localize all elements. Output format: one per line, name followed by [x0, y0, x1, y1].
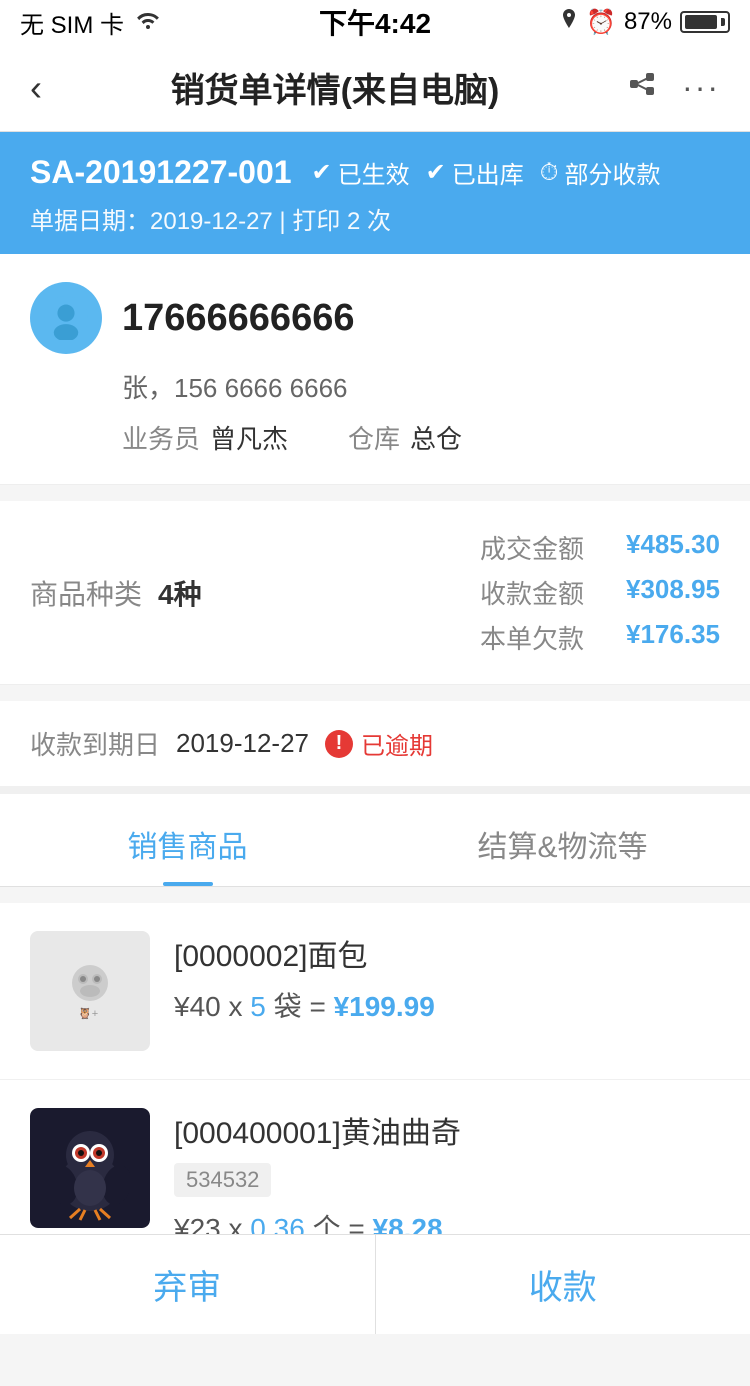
carrier-text: 无 SIM 卡	[20, 5, 124, 40]
order-header: SA-20191227-001 ✔ 已生效 ✔ 已出库 ⏱ 部分收款 单据日期：…	[0, 132, 750, 254]
back-button[interactable]: ‹	[30, 67, 42, 109]
salesperson-value: 曾凡杰	[210, 419, 288, 456]
page-title: 销货单详情(来自电脑)	[42, 63, 628, 112]
summary-right: 成交金额 ¥485.30 收款金额 ¥308.95 本单欠款 ¥176.35	[480, 529, 720, 656]
customer-meta: 业务员 曾凡杰 仓库 总仓	[30, 419, 720, 456]
bread-placeholder-image: 🦉+	[30, 931, 150, 1051]
tab-sales-label: 销售商品	[128, 831, 248, 864]
avatar	[30, 282, 102, 354]
deal-label: 成交金额	[480, 529, 584, 566]
confirm-button[interactable]: 收款	[376, 1235, 750, 1334]
summary-section: 商品种类 4种 成交金额 ¥485.30 收款金额 ¥308.95 本单欠款 ¥…	[0, 501, 750, 685]
bread-price: ¥40 x 5 袋 = ¥199.99	[174, 985, 720, 1025]
status-badge-partial: ⏱ 部分收款	[540, 155, 661, 190]
cookies-image	[30, 1108, 150, 1228]
owed-value: ¥176.35	[600, 619, 720, 656]
due-section: 收款到期日 2019-12-27 ! 已逾期	[0, 701, 750, 794]
product-item-bread: 🦉+ [0000002]面包 ¥40 x 5 袋 = ¥199.99	[0, 903, 750, 1080]
received-label: 收款金额	[480, 574, 584, 611]
customer-contact: 张，156 6666 6666	[30, 368, 720, 405]
share-icon[interactable]	[628, 69, 658, 106]
battery-text: 87%	[624, 8, 672, 36]
status-bar-right: ⏰ 87%	[560, 8, 730, 37]
customer-account: 17666666666	[122, 297, 354, 340]
check-icon-1: ✔	[312, 158, 332, 187]
deal-value: ¥485.30	[600, 529, 720, 566]
overdue-icon: !	[325, 730, 353, 758]
more-icon[interactable]: ···	[682, 69, 720, 106]
cancel-button[interactable]: 弃审	[0, 1235, 376, 1334]
status-bar: 无 SIM 卡 下午4:42 ⏰ 87%	[0, 0, 750, 44]
status-badge-shipped: ✔ 已出库	[426, 155, 524, 190]
nav-bar: ‹ 销货单详情(来自电脑) ···	[0, 44, 750, 132]
salesperson-label: 业务员	[122, 419, 200, 456]
owed-label: 本单欠款	[480, 619, 584, 656]
warehouse-item: 仓库 总仓	[348, 419, 462, 456]
location-icon	[560, 8, 578, 37]
tabs-container: 销售商品 结算&物流等	[0, 794, 750, 887]
cookies-name: [000400001]黄油曲奇	[174, 1108, 720, 1152]
received-amount-row: 收款金额 ¥308.95	[480, 574, 720, 611]
tab-sales-products[interactable]: 销售商品	[0, 794, 375, 886]
warehouse-label: 仓库	[348, 419, 400, 456]
due-label: 收款到期日	[30, 725, 160, 762]
alarm-icon: ⏰	[586, 8, 616, 37]
due-date: 2019-12-27	[176, 728, 309, 759]
battery-indicator	[680, 11, 730, 33]
order-meta: 单据日期：2019-12-27 | 打印 2 次	[30, 201, 720, 236]
tab-settlement[interactable]: 结算&物流等	[375, 794, 750, 886]
deal-amount-row: 成交金额 ¥485.30	[480, 529, 720, 566]
product-thumb-cookies	[30, 1108, 150, 1228]
customer-section: 17666666666 张，156 6666 6666 业务员 曾凡杰 仓库 总…	[0, 254, 750, 485]
order-id: SA-20191227-001	[30, 154, 292, 191]
status-badges: ✔ 已生效 ✔ 已出库 ⏱ 部分收款	[312, 155, 661, 190]
bread-name: [0000002]面包	[174, 931, 720, 975]
owed-amount-row: 本单欠款 ¥176.35	[480, 619, 720, 656]
nav-actions: ···	[628, 69, 720, 106]
check-icon-2: ✔	[426, 158, 446, 187]
product-thumb-bread: 🦉+	[30, 931, 150, 1051]
bread-info: [0000002]面包 ¥40 x 5 袋 = ¥199.99	[174, 931, 720, 1025]
product-list: 🦉+ [0000002]面包 ¥40 x 5 袋 = ¥199.99	[0, 903, 750, 1276]
wifi-icon	[134, 8, 162, 36]
cookies-batch: 534532	[174, 1163, 271, 1197]
tab-settlement-label: 结算&物流等	[477, 831, 647, 864]
warehouse-value: 总仓	[410, 419, 462, 456]
overdue-badge: ! 已逾期	[325, 726, 433, 761]
bottom-bar: 弃审 收款	[0, 1234, 750, 1334]
category-count: 4种	[158, 573, 202, 613]
category-label: 商品种类	[30, 573, 142, 613]
overdue-text: 已逾期	[361, 726, 433, 761]
cookies-info: [000400001]黄油曲奇 534532 ¥23 x 0.36 个 = ¥8…	[174, 1108, 720, 1247]
status-badge-effective: ✔ 已生效	[312, 155, 410, 190]
received-value: ¥308.95	[600, 574, 720, 611]
status-bar-left: 无 SIM 卡	[20, 5, 162, 40]
clock-icon: ⏱	[540, 159, 559, 187]
salesperson-item: 业务员 曾凡杰	[122, 419, 288, 456]
status-bar-time: 下午4:42	[319, 2, 431, 42]
summary-left: 商品种类 4种	[30, 529, 202, 656]
svg-text:🦉+: 🦉+	[78, 1007, 98, 1020]
